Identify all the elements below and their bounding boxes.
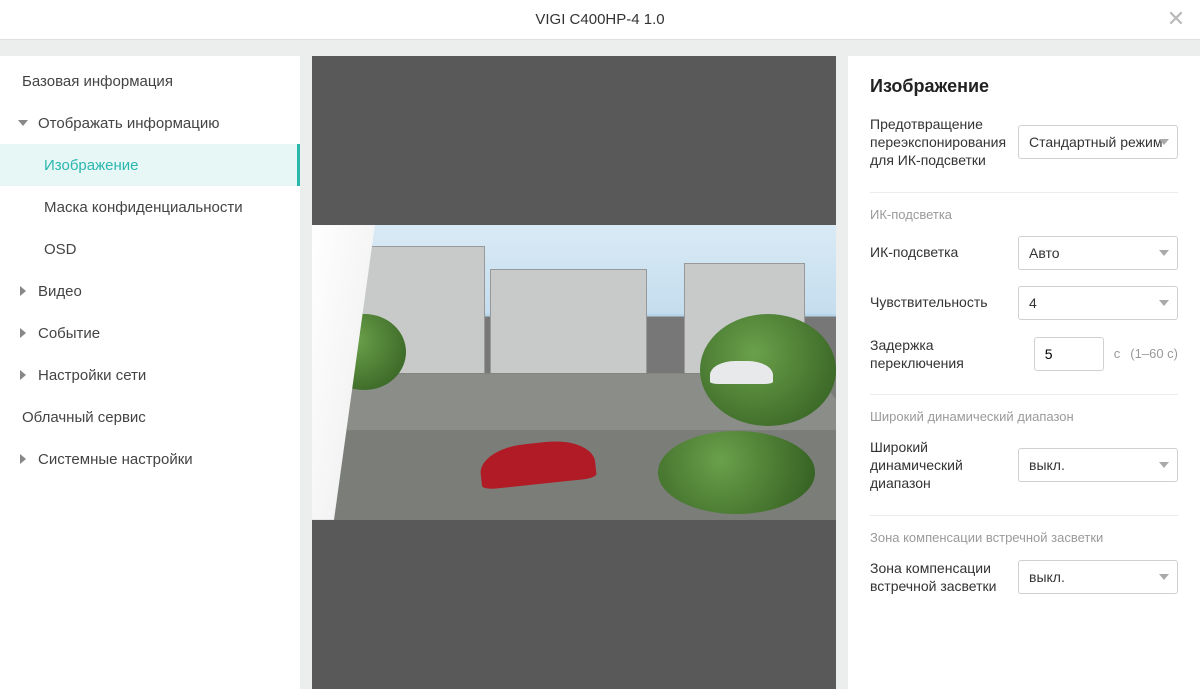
header-spacer [0, 40, 1200, 56]
setting-label: Предотвращение переэкспонирования для ИК… [870, 115, 1008, 170]
chevron-down-icon [18, 120, 28, 126]
setting-label: Зона компенсации встречной засветки [870, 559, 1008, 595]
setting-label: ИК-подсветка [870, 243, 1008, 261]
sidebar-item-label: Отображать информацию [38, 115, 219, 132]
sidebar-subitem-osd[interactable]: OSD [0, 228, 300, 270]
sidebar-item-system[interactable]: Системные настройки [0, 438, 300, 480]
ir-overexposure-select[interactable]: Стандартный режим [1018, 125, 1178, 159]
chevron-down-icon [1159, 250, 1169, 256]
sidebar: Базовая информация Отображать информацию… [0, 56, 300, 689]
camera-preview-panel [312, 56, 836, 689]
divider [870, 192, 1178, 193]
sidebar-item-label: Облачный сервис [22, 409, 146, 426]
setting-label: Чувствительность [870, 293, 1008, 311]
dialog-header: VIGI C400HP-4 1.0 ✕ [0, 0, 1200, 40]
setting-row-blc: Зона компенсации встречной засветки выкл… [870, 559, 1178, 595]
setting-label: Задержка переключения [870, 336, 1024, 372]
sidebar-item-event[interactable]: Событие [0, 312, 300, 354]
sensitivity-select[interactable]: 4 [1018, 286, 1178, 320]
sidebar-item-basic-info[interactable]: Базовая информация [0, 60, 300, 102]
sidebar-item-label: Базовая информация [22, 73, 173, 90]
select-value: выкл. [1029, 569, 1065, 585]
ir-mode-select[interactable]: Авто [1018, 236, 1178, 270]
sidebar-item-video[interactable]: Видео [0, 270, 300, 312]
settings-panel: Изображение Предотвращение переэкспониро… [848, 56, 1200, 689]
sidebar-item-label: Настройки сети [38, 367, 146, 384]
sidebar-item-label: Маска конфиденциальности [44, 199, 243, 216]
close-icon: ✕ [1167, 6, 1185, 31]
sidebar-item-label: Изображение [44, 157, 139, 174]
dialog-title: VIGI C400HP-4 1.0 [535, 11, 664, 28]
sidebar-item-network[interactable]: Настройки сети [0, 354, 300, 396]
sidebar-item-label: Событие [38, 325, 100, 342]
close-button[interactable]: ✕ [1164, 8, 1188, 32]
select-value: выкл. [1029, 457, 1065, 473]
setting-row-ir-mode: ИК-подсветка Авто [870, 236, 1178, 270]
switch-delay-input[interactable] [1034, 337, 1104, 371]
chevron-right-icon [20, 286, 26, 296]
setting-label: Широкий динамический диапазон [870, 438, 1008, 493]
setting-row-ir-overexposure: Предотвращение переэкспонирования для ИК… [870, 115, 1178, 170]
sidebar-subitem-privacy-mask[interactable]: Маска конфиденциальности [0, 186, 300, 228]
section-header-blc: Зона компенсации встречной засветки [870, 530, 1178, 545]
select-value: 4 [1029, 295, 1037, 311]
setting-row-wdr: Широкий динамический диапазон выкл. [870, 438, 1178, 493]
camera-preview-image [312, 225, 836, 520]
chevron-down-icon [1159, 462, 1169, 468]
sidebar-subitem-image[interactable]: Изображение [0, 144, 300, 186]
divider [870, 394, 1178, 395]
sidebar-item-label: Системные настройки [38, 451, 193, 468]
chevron-down-icon [1159, 139, 1169, 145]
wdr-select[interactable]: выкл. [1018, 448, 1178, 482]
setting-row-switch-delay: Задержка переключения с (1–60 с) [870, 336, 1178, 372]
sidebar-item-cloud[interactable]: Облачный сервис [0, 396, 300, 438]
hint-label: (1–60 с) [1130, 346, 1178, 361]
blc-select[interactable]: выкл. [1018, 560, 1178, 594]
sidebar-item-label: OSD [44, 241, 77, 258]
sidebar-item-display-info[interactable]: Отображать информацию [0, 102, 300, 144]
chevron-right-icon [20, 370, 26, 380]
chevron-right-icon [20, 328, 26, 338]
chevron-down-icon [1159, 300, 1169, 306]
main-content: Базовая информация Отображать информацию… [0, 56, 1200, 689]
select-value: Авто [1029, 245, 1060, 261]
section-header-wdr: Широкий динамический диапазон [870, 409, 1178, 424]
unit-label: с [1114, 346, 1121, 361]
setting-row-sensitivity: Чувствительность 4 [870, 286, 1178, 320]
chevron-right-icon [20, 454, 26, 464]
divider [870, 515, 1178, 516]
select-value: Стандартный режим [1029, 134, 1162, 150]
chevron-down-icon [1159, 574, 1169, 580]
settings-title: Изображение [870, 76, 1178, 97]
section-header-ir: ИК-подсветка [870, 207, 1178, 222]
sidebar-item-label: Видео [38, 283, 82, 300]
